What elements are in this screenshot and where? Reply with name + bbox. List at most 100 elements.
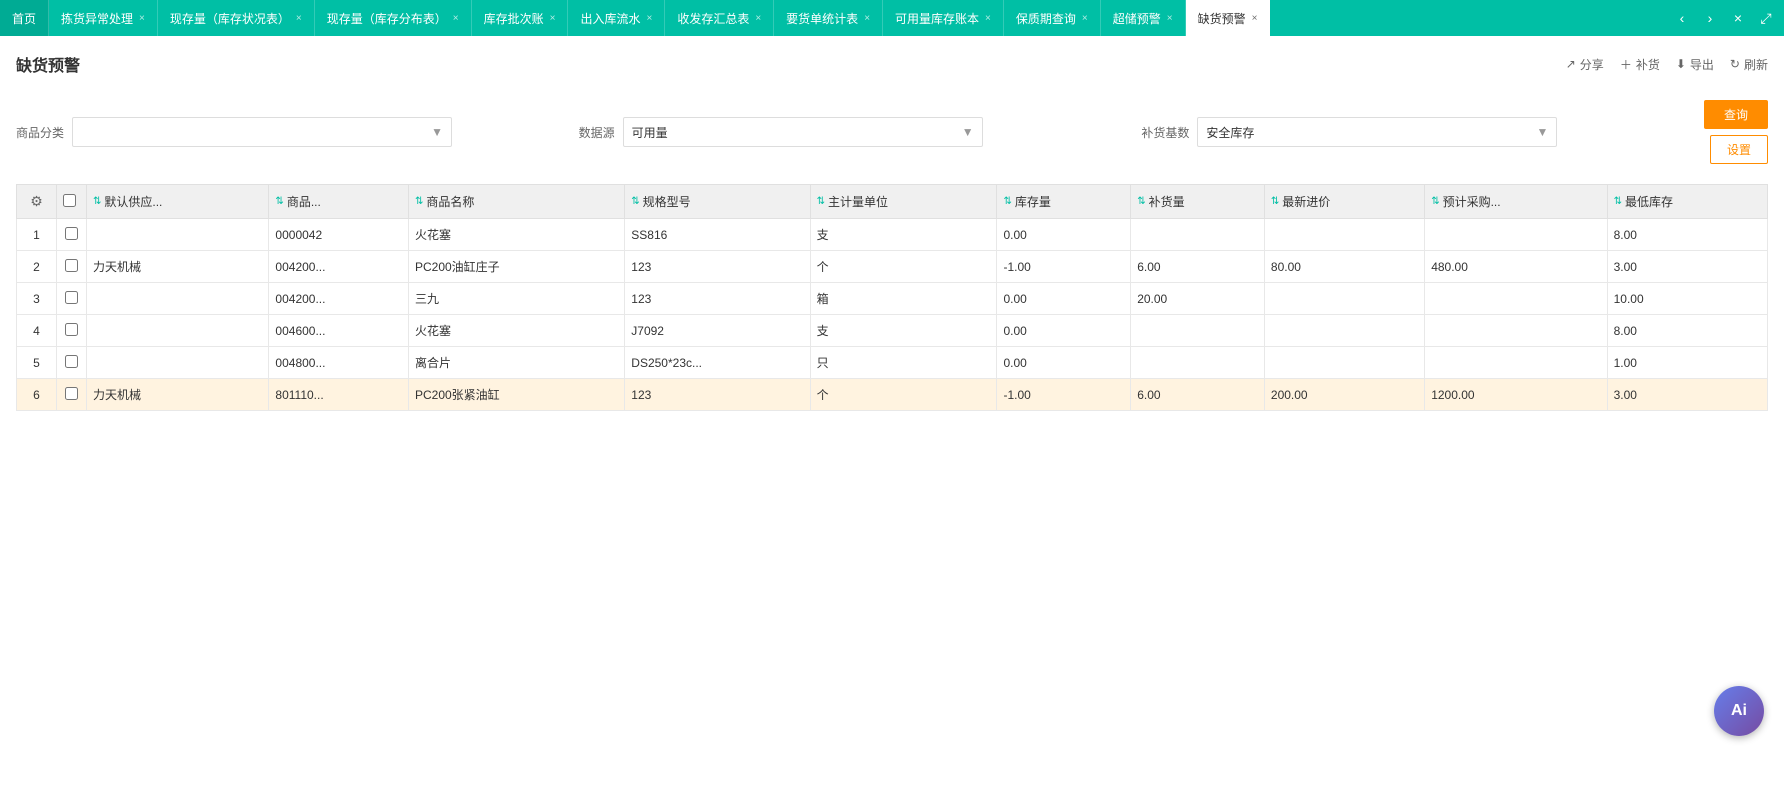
table-row: 3 004200... 三九 123 箱 0.00 20.00 10.00 [17, 283, 1768, 315]
row-checkbox-5[interactable] [57, 379, 87, 411]
row-stock-3: 0.00 [997, 315, 1131, 347]
close-shortage-tab[interactable]: × [1252, 13, 1258, 24]
sort-name-icon[interactable]: ⇅ [415, 196, 423, 207]
tab-flow[interactable]: 出入库流水 × [568, 0, 665, 36]
table-header-row: ⚙ ⇅ 默认供应... ⇅ 商品... [17, 185, 1768, 219]
close-inventory-status-tab[interactable]: × [296, 13, 302, 24]
row-spec-3: J7092 [625, 315, 810, 347]
tab-batch[interactable]: 库存批次账 × [472, 0, 569, 36]
row-supplier-4 [87, 347, 269, 379]
nav-prev-btn[interactable]: ‹ [1668, 4, 1696, 32]
sort-min-stock-icon[interactable]: ⇅ [1614, 196, 1622, 207]
tab-inventory-status[interactable]: 现存量（库存状况表） × [158, 0, 315, 36]
category-dropdown-icon: ▼ [431, 125, 443, 139]
row-replenish-qty-0 [1131, 219, 1265, 251]
row-spec-1: 123 [625, 251, 810, 283]
sort-replenish-qty-icon[interactable]: ⇅ [1137, 196, 1145, 207]
sort-unit-icon[interactable]: ⇅ [817, 196, 825, 207]
replenish-filter-group: 补货基数 安全库存 ▼ [1141, 117, 1688, 147]
row-stock-4: 0.00 [997, 347, 1131, 379]
row-supplier-5: 力天机械 [87, 379, 269, 411]
table-row: 2 力天机械 004200... PC200油缸庄子 123 个 -1.00 6… [17, 251, 1768, 283]
row-checkbox-2[interactable] [57, 283, 87, 315]
column-settings-icon[interactable]: ⚙ [30, 193, 43, 209]
row-num-3: 4 [17, 315, 57, 347]
nav-expand-btn[interactable]: ⤢ [1752, 4, 1780, 32]
nav-tabs: 首页 拣货异常处理 × 现存量（库存状况表） × 现存量（库存分布表） × 库存… [0, 0, 1784, 36]
col-spec-header: ⇅ 规格型号 [625, 185, 810, 219]
nav-close-btn[interactable]: × [1724, 4, 1752, 32]
row-unit-5: 个 [810, 379, 997, 411]
row-replenish-qty-1: 6.00 [1131, 251, 1265, 283]
export-button[interactable]: ⬇ 导出 [1676, 56, 1714, 73]
tab-summary[interactable]: 收发存汇总表 × [665, 0, 774, 36]
main-content: 缺货预警 ↗ 分享 ＋ 补货 ⬇ 导出 ↻ 刷新 商品分类 [0, 36, 1784, 796]
row-spec-2: 123 [625, 283, 810, 315]
row-checkbox-4[interactable] [57, 347, 87, 379]
refresh-button[interactable]: ↻ 刷新 [1730, 56, 1768, 73]
col-name-header: ⇅ 商品名称 [408, 185, 624, 219]
nav-next-btn[interactable]: › [1696, 4, 1724, 32]
category-select[interactable]: ▼ [72, 117, 452, 147]
datasource-select[interactable]: 可用量 ▼ [623, 117, 983, 147]
row-supplier-2 [87, 283, 269, 315]
query-button[interactable]: 查询 [1704, 100, 1768, 129]
sort-est-purchase-icon[interactable]: ⇅ [1431, 196, 1439, 207]
row-checkbox-3[interactable] [57, 315, 87, 347]
ai-assistant-button[interactable]: Ai [1714, 686, 1764, 736]
datasource-filter-group: 数据源 可用量 ▼ [579, 117, 1126, 147]
close-available-tab[interactable]: × [985, 13, 991, 24]
row-checkbox-1[interactable] [57, 251, 87, 283]
tab-available[interactable]: 可用量库存账本 × [883, 0, 1004, 36]
table-row: 1 0000042 火花塞 SS816 支 0.00 8.00 [17, 219, 1768, 251]
replenish-value: 安全库存 [1206, 124, 1254, 141]
close-requisition-tab[interactable]: × [864, 13, 870, 24]
sort-supplier-icon[interactable]: ⇅ [93, 196, 101, 207]
settings-button[interactable]: 设置 [1710, 135, 1768, 164]
share-button[interactable]: ↗ 分享 [1566, 56, 1604, 73]
replenish-icon: ＋ [1620, 56, 1632, 73]
row-min-stock-1: 3.00 [1607, 251, 1767, 283]
sort-spec-icon[interactable]: ⇅ [631, 196, 639, 207]
col-settings-header[interactable]: ⚙ [17, 185, 57, 219]
tab-overstock[interactable]: 超储预警 × [1101, 0, 1186, 36]
close-inventory-dist-tab[interactable]: × [453, 13, 459, 24]
tab-expiry[interactable]: 保质期查询 × [1004, 0, 1101, 36]
row-supplier-1: 力天机械 [87, 251, 269, 283]
close-summary-tab[interactable]: × [755, 13, 761, 24]
row-code-4: 004800... [269, 347, 409, 379]
row-name-2: 三九 [408, 283, 624, 315]
tab-inventory-dist[interactable]: 现存量（库存分布表） × [315, 0, 472, 36]
row-code-3: 004600... [269, 315, 409, 347]
replenish-button[interactable]: ＋ 补货 [1620, 56, 1660, 73]
tab-requisition[interactable]: 要货单统计表 × [774, 0, 883, 36]
close-batch-tab[interactable]: × [550, 13, 556, 24]
row-est-purchase-0 [1425, 219, 1607, 251]
row-num-0: 1 [17, 219, 57, 251]
close-expiry-tab[interactable]: × [1082, 13, 1088, 24]
row-name-1: PC200油缸庄子 [408, 251, 624, 283]
sort-stock-icon[interactable]: ⇅ [1003, 196, 1011, 207]
close-flow-tab[interactable]: × [646, 13, 652, 24]
close-overstock-tab[interactable]: × [1167, 13, 1173, 24]
col-checkbox-header[interactable] [57, 185, 87, 219]
col-stock-header: ⇅ 库存量 [997, 185, 1131, 219]
row-latest-price-2 [1264, 283, 1424, 315]
select-all-checkbox[interactable] [63, 194, 76, 207]
replenish-select[interactable]: 安全库存 ▼ [1197, 117, 1557, 147]
row-code-5: 801110... [269, 379, 409, 411]
tab-home[interactable]: 首页 [0, 0, 49, 36]
datasource-label: 数据源 [579, 124, 615, 141]
col-est-purchase-header: ⇅ 预计采购... [1425, 185, 1607, 219]
sort-code-icon[interactable]: ⇅ [275, 196, 283, 207]
row-num-1: 2 [17, 251, 57, 283]
row-checkbox-0[interactable] [57, 219, 87, 251]
nav-controls: ‹ › × ⤢ [1668, 4, 1784, 32]
tab-shortage[interactable]: 缺货预警 × [1186, 0, 1271, 36]
row-spec-4: DS250*23c... [625, 347, 810, 379]
tab-picking[interactable]: 拣货异常处理 × [49, 0, 158, 36]
row-latest-price-5: 200.00 [1264, 379, 1424, 411]
sort-latest-price-icon[interactable]: ⇅ [1271, 196, 1279, 207]
close-picking-tab[interactable]: × [139, 13, 145, 24]
category-label: 商品分类 [16, 124, 64, 141]
